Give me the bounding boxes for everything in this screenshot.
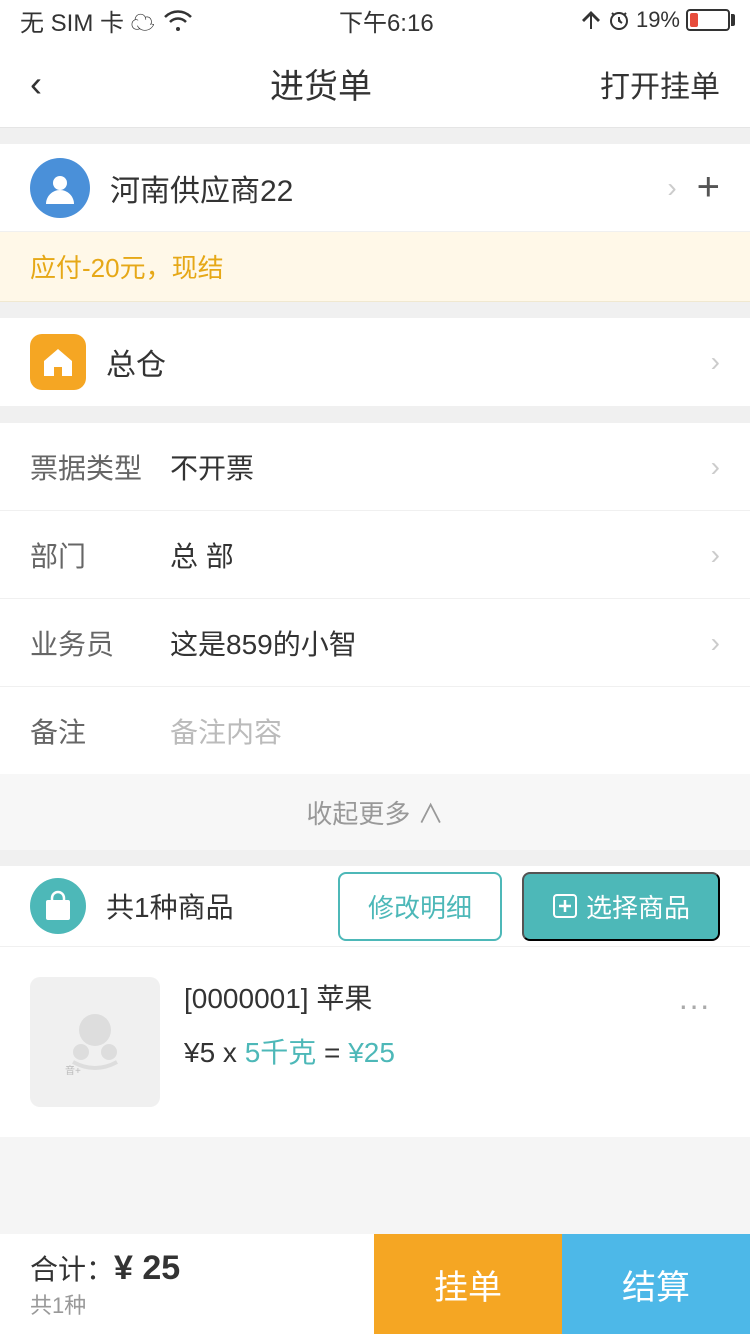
supplier-row[interactable]: 河南供应商22 › + xyxy=(0,144,750,232)
remark-row[interactable]: 备注 备注内容 xyxy=(0,686,750,774)
invoice-label: 票据类型 xyxy=(30,447,170,487)
status-left: 无 SIM 卡 ☁ xyxy=(20,3,193,38)
add-supplier-button[interactable]: + xyxy=(697,165,720,210)
checkout-button[interactable]: 结算 xyxy=(562,1234,750,1334)
warehouse-icon xyxy=(30,334,86,390)
total-row: 合计：¥ 25 xyxy=(30,1248,344,1288)
home-icon xyxy=(41,345,75,379)
supplier-name: 河南供应商22 xyxy=(110,166,667,210)
dept-label: 部门 xyxy=(30,535,170,575)
page-title: 进货单 xyxy=(270,59,372,108)
invoice-value: 不开票 xyxy=(170,447,711,487)
remark-label: 备注 xyxy=(30,711,170,751)
collapse-button[interactable]: 收起更多 ∧ xyxy=(0,774,750,850)
warehouse-chevron-icon: › xyxy=(711,346,720,378)
product-count-label: 共1种商品 xyxy=(106,886,338,926)
product-header: 共1种商品 修改明细 选择商品 xyxy=(0,850,750,946)
invoice-chevron-icon: › xyxy=(711,451,720,483)
product-placeholder-icon: 音+ xyxy=(55,1002,135,1082)
product-section: 共1种商品 修改明细 选择商品 音+ xyxy=(0,850,750,1137)
product-name: [0000001] 苹果 xyxy=(184,977,668,1017)
supplier-notice: 应付-20元，现结 xyxy=(0,232,750,302)
warehouse-name: 总仓 xyxy=(106,340,711,384)
product-cart-icon xyxy=(30,878,86,934)
bottom-bar: 合计：¥ 25 共1种 挂单 结算 xyxy=(0,1234,750,1334)
product-more-button[interactable]: ··· xyxy=(668,977,720,1034)
quantity-value: 5千克 xyxy=(245,1037,317,1068)
supplier-section: 河南供应商22 › + 应付-20元，现结 xyxy=(0,144,750,302)
shopping-bag-icon xyxy=(42,890,74,922)
battery-label: 19% xyxy=(636,7,680,33)
bottom-total: 合计：¥ 25 共1种 xyxy=(0,1234,374,1334)
alarm-icon xyxy=(608,9,630,31)
wifi-icon xyxy=(163,9,193,31)
product-thumbnail: 音+ xyxy=(30,977,160,1107)
supplier-chevron-icon: › xyxy=(667,172,676,204)
dept-row[interactable]: 部门 总 部 › xyxy=(0,510,750,598)
staff-value: 这是859的小智 xyxy=(170,623,711,663)
section-gap-1 xyxy=(0,128,750,144)
open-hold-button[interactable]: 打开挂单 xyxy=(600,62,720,106)
total-label: 合计： xyxy=(30,1254,114,1285)
dept-value: 总 部 xyxy=(170,535,711,575)
product-code: [0000001] 苹果 xyxy=(184,983,372,1014)
staff-label: 业务员 xyxy=(30,623,170,663)
status-bar: 无 SIM 卡 ☁ 下午6:16 19% xyxy=(0,0,750,40)
warehouse-row[interactable]: 总仓 › xyxy=(0,318,750,406)
product-price: ¥5 x 5千克 = ¥25 xyxy=(184,1031,668,1071)
hold-button[interactable]: 挂单 xyxy=(374,1234,562,1334)
modify-detail-button[interactable]: 修改明细 xyxy=(338,872,502,941)
total-sub-label: 共1种 xyxy=(30,1288,344,1320)
staff-chevron-icon: › xyxy=(711,627,720,659)
battery-icon xyxy=(686,9,730,31)
select-product-label: 选择商品 xyxy=(586,888,690,925)
equals-sign: = xyxy=(316,1037,348,1068)
dept-chevron-icon: › xyxy=(711,539,720,571)
product-item: 音+ [0000001] 苹果 ¥5 x 5千克 = ¥25 ··· xyxy=(0,946,750,1137)
section-gap-2 xyxy=(0,302,750,318)
staff-row[interactable]: 业务员 这是859的小智 › xyxy=(0,598,750,686)
form-section: 票据类型 不开票 › 部门 总 部 › 业务员 这是859的小智 › 备注 备注… xyxy=(0,422,750,774)
total-value: ¥25 xyxy=(348,1037,395,1068)
price-value: ¥5 x xyxy=(184,1037,245,1068)
status-time: 下午6:16 xyxy=(339,3,434,38)
invoice-row[interactable]: 票据类型 不开票 › xyxy=(0,422,750,510)
supplier-avatar xyxy=(30,158,90,218)
nav-bar: ‹ 进货单 打开挂单 xyxy=(0,40,750,128)
person-icon xyxy=(42,170,78,206)
back-button[interactable]: ‹ xyxy=(30,63,42,105)
total-amount: ¥ 25 xyxy=(114,1249,180,1287)
remark-placeholder: 备注内容 xyxy=(170,711,720,751)
product-info: [0000001] 苹果 ¥5 x 5千克 = ¥25 xyxy=(184,977,668,1071)
warehouse-section: 总仓 › xyxy=(0,318,750,406)
select-product-button[interactable]: 选择商品 xyxy=(522,872,720,941)
location-icon xyxy=(580,9,602,31)
select-icon xyxy=(552,893,578,919)
section-gap-3 xyxy=(0,406,750,422)
sim-label: 无 SIM 卡 ☁ xyxy=(20,3,155,38)
svg-text:音+: 音+ xyxy=(65,1064,81,1077)
status-right: 19% xyxy=(580,7,730,33)
